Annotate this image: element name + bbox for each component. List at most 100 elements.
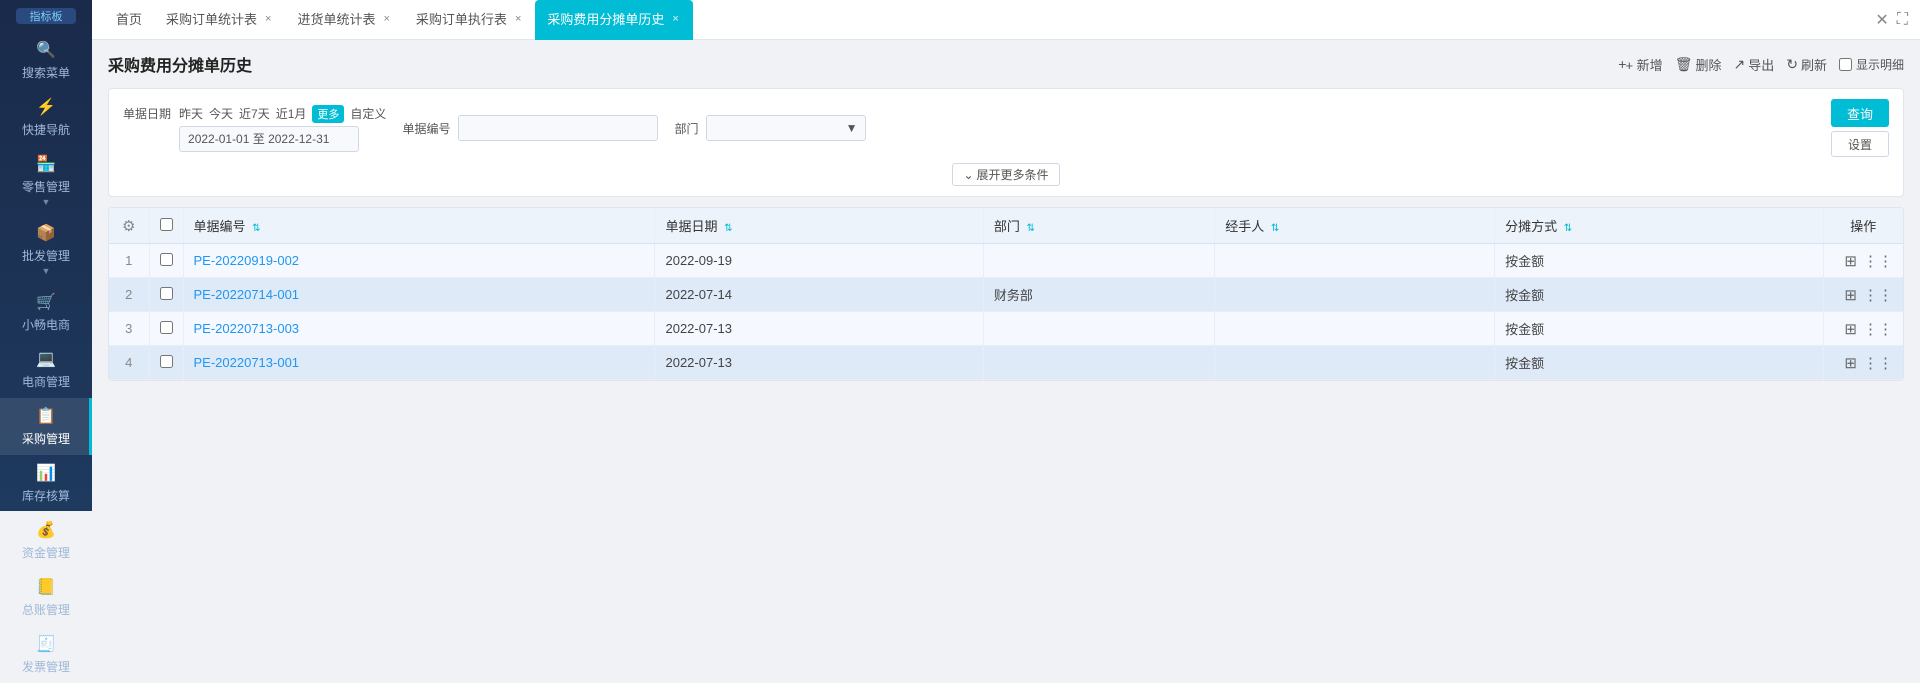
- row-select-1[interactable]: [160, 287, 173, 300]
- refresh-button[interactable]: ↻ 刷新: [1786, 55, 1827, 74]
- ecommerce-small-icon: 🛒: [36, 292, 56, 312]
- table-header-row: ⚙ 单据编号 ⇅ 单据日期 ⇅: [109, 208, 1903, 244]
- refresh-label: 刷新: [1801, 55, 1827, 74]
- filter-settings-button[interactable]: 设置: [1831, 131, 1889, 157]
- row-more-icon-1[interactable]: ⋮⋮: [1863, 286, 1893, 304]
- th-doc-no: 单据编号 ⇅: [183, 208, 655, 244]
- select-all-checkbox[interactable]: [160, 218, 173, 231]
- sidebar-item-search[interactable]: 🔍 搜索菜单: [0, 32, 92, 89]
- tab-purchase-order-stats[interactable]: 采购订单统计表 ×: [154, 0, 285, 40]
- sidebar-item-inventory[interactable]: 📊 库存核算: [0, 455, 92, 512]
- sidebar-item-retail[interactable]: 🏪 零售管理 ▼: [0, 146, 92, 215]
- doc-no-link-2[interactable]: PE-20220713-003: [194, 321, 300, 336]
- tab-inbound-stats-close[interactable]: ×: [381, 13, 391, 25]
- show-cols-label: 显示明细: [1856, 56, 1904, 73]
- row-edit-icon-1[interactable]: ⊞: [1844, 286, 1857, 304]
- row-dept-2: [983, 312, 1214, 346]
- shortcut-more[interactable]: 更多: [312, 105, 344, 123]
- close-window-icon[interactable]: ✕: [1875, 10, 1888, 30]
- sidebar-item-finance[interactable]: 💰 资金管理: [0, 512, 92, 569]
- row-checkbox-2[interactable]: [149, 312, 183, 346]
- th-date-label: 单据日期: [665, 219, 717, 234]
- export-button[interactable]: ↗ 导出: [1733, 55, 1774, 74]
- row-edit-icon-2[interactable]: ⊞: [1844, 320, 1857, 338]
- sidebar-item-purchase[interactable]: 📋 采购管理: [0, 398, 92, 455]
- filter-area: 单据日期 昨天 今天 近7天 近1月 更多 自定义: [108, 88, 1904, 197]
- show-cols-checkbox[interactable]: [1839, 58, 1852, 71]
- column-settings-icon[interactable]: ⚙: [122, 218, 135, 235]
- row-more-icon-3[interactable]: ⋮⋮: [1863, 354, 1893, 372]
- purchase-icon: 📋: [36, 406, 56, 426]
- doc-no-filter-group: 单据编号: [402, 115, 658, 141]
- th-actions: 操作: [1823, 208, 1903, 244]
- sidebar-item-ecommerce-mgmt[interactable]: 💻 电商管理: [0, 341, 92, 398]
- row-edit-icon-0[interactable]: ⊞: [1844, 252, 1857, 270]
- tab-bar-actions: ✕ ⛶: [1875, 10, 1908, 30]
- tab-home[interactable]: 首页: [104, 0, 154, 40]
- date-filter-label: 单据日期: [123, 105, 171, 122]
- row-more-icon-2[interactable]: ⋮⋮: [1863, 320, 1893, 338]
- sort-handler-icon[interactable]: ⇅: [1271, 223, 1279, 234]
- sidebar-logo: 指标板: [16, 8, 76, 24]
- expand-row: ⌄ 展开更多条件: [123, 163, 1889, 186]
- table-body: 1 PE-20220919-002 2022-09-19 按金额 ⊞ ⋮⋮ 2 …: [109, 244, 1903, 380]
- shortcut-7days[interactable]: 近7天: [239, 105, 270, 122]
- row-edit-icon-3[interactable]: ⊞: [1844, 354, 1857, 372]
- add-button[interactable]: + + 新增: [1618, 55, 1662, 74]
- doc-no-link-3[interactable]: PE-20220713-001: [194, 355, 300, 370]
- doc-no-label: 单据编号: [402, 120, 450, 137]
- sort-method-icon[interactable]: ⇅: [1564, 223, 1572, 234]
- ledger-icon: 📒: [36, 577, 56, 597]
- records-table: ⚙ 单据编号 ⇅ 单据日期 ⇅: [109, 208, 1903, 380]
- sort-doc-no-icon[interactable]: ⇅: [252, 223, 260, 234]
- shortcut-yesterday[interactable]: 昨天: [179, 105, 203, 122]
- row-method-2: 按金额: [1495, 312, 1823, 346]
- tab-purchase-cost-history[interactable]: 采购费用分摊单历史 ×: [535, 0, 692, 40]
- doc-no-link-0[interactable]: PE-20220919-002: [194, 253, 300, 268]
- sort-date-icon[interactable]: ⇅: [724, 223, 732, 234]
- row-method-1: 按金额: [1495, 278, 1823, 312]
- sidebar-item-ledger[interactable]: 📒 总账管理: [0, 569, 92, 626]
- tab-purchase-order-exec-label: 采购订单执行表: [416, 9, 507, 28]
- tab-purchase-cost-history-close[interactable]: ×: [670, 13, 680, 25]
- row-more-icon-0[interactable]: ⋮⋮: [1863, 252, 1893, 270]
- date-shortcuts: 昨天 今天 近7天 近1月 更多 自定义: [179, 105, 386, 123]
- date-range-input[interactable]: [179, 126, 359, 152]
- sidebar-item-invoice[interactable]: 🧾 发票管理: [0, 626, 92, 683]
- row-checkbox-1[interactable]: [149, 278, 183, 312]
- expand-conditions-label: 展开更多条件: [977, 166, 1049, 183]
- row-select-0[interactable]: [160, 253, 173, 266]
- delete-button[interactable]: 🗑 删除: [1675, 55, 1722, 74]
- dept-label: 部门: [674, 120, 698, 137]
- sidebar-item-retail-label: 零售管理: [22, 178, 70, 195]
- row-select-3[interactable]: [160, 355, 173, 368]
- doc-no-link-1[interactable]: PE-20220714-001: [194, 287, 300, 302]
- tab-purchase-order-exec-close[interactable]: ×: [513, 13, 523, 25]
- sidebar-item-ecommerce-small[interactable]: 🛒 小畅电商: [0, 284, 92, 341]
- search-button[interactable]: 查询: [1831, 99, 1889, 127]
- sidebar-item-ecommerce-small-label: 小畅电商: [22, 316, 70, 333]
- sort-dept-icon[interactable]: ⇅: [1026, 223, 1034, 234]
- dept-select[interactable]: ▼: [706, 115, 866, 141]
- expand-conditions-button[interactable]: ⌄ 展开更多条件: [952, 163, 1059, 186]
- row-actions-3: ⊞ ⋮⋮: [1823, 346, 1903, 380]
- shortcut-today[interactable]: 今天: [209, 105, 233, 122]
- refresh-icon: ↻: [1786, 56, 1798, 73]
- tab-purchase-order-stats-close[interactable]: ×: [263, 13, 273, 25]
- sidebar-item-quick-nav[interactable]: ⚡ 快捷导航: [0, 89, 92, 146]
- retail-icon: 🏪: [36, 154, 56, 174]
- sidebar-item-ledger-label: 总账管理: [22, 601, 70, 618]
- doc-no-input[interactable]: [458, 115, 658, 141]
- row-select-2[interactable]: [160, 321, 173, 334]
- chevron-down-dept-icon: ▼: [846, 121, 858, 135]
- sidebar-item-wholesale[interactable]: 📦 批发管理 ▼: [0, 215, 92, 284]
- shortcut-1month[interactable]: 近1月: [276, 105, 307, 122]
- tab-inbound-stats[interactable]: 进货单统计表 ×: [285, 0, 403, 40]
- tab-purchase-order-exec[interactable]: 采购订单执行表 ×: [404, 0, 535, 40]
- row-checkbox-0[interactable]: [149, 244, 183, 278]
- row-checkbox-3[interactable]: [149, 346, 183, 380]
- expand-window-icon[interactable]: ⛶: [1897, 11, 1908, 29]
- row-handler-1: [1215, 278, 1495, 312]
- shortcut-custom[interactable]: 自定义: [350, 105, 386, 122]
- row-handler-0: [1215, 244, 1495, 278]
